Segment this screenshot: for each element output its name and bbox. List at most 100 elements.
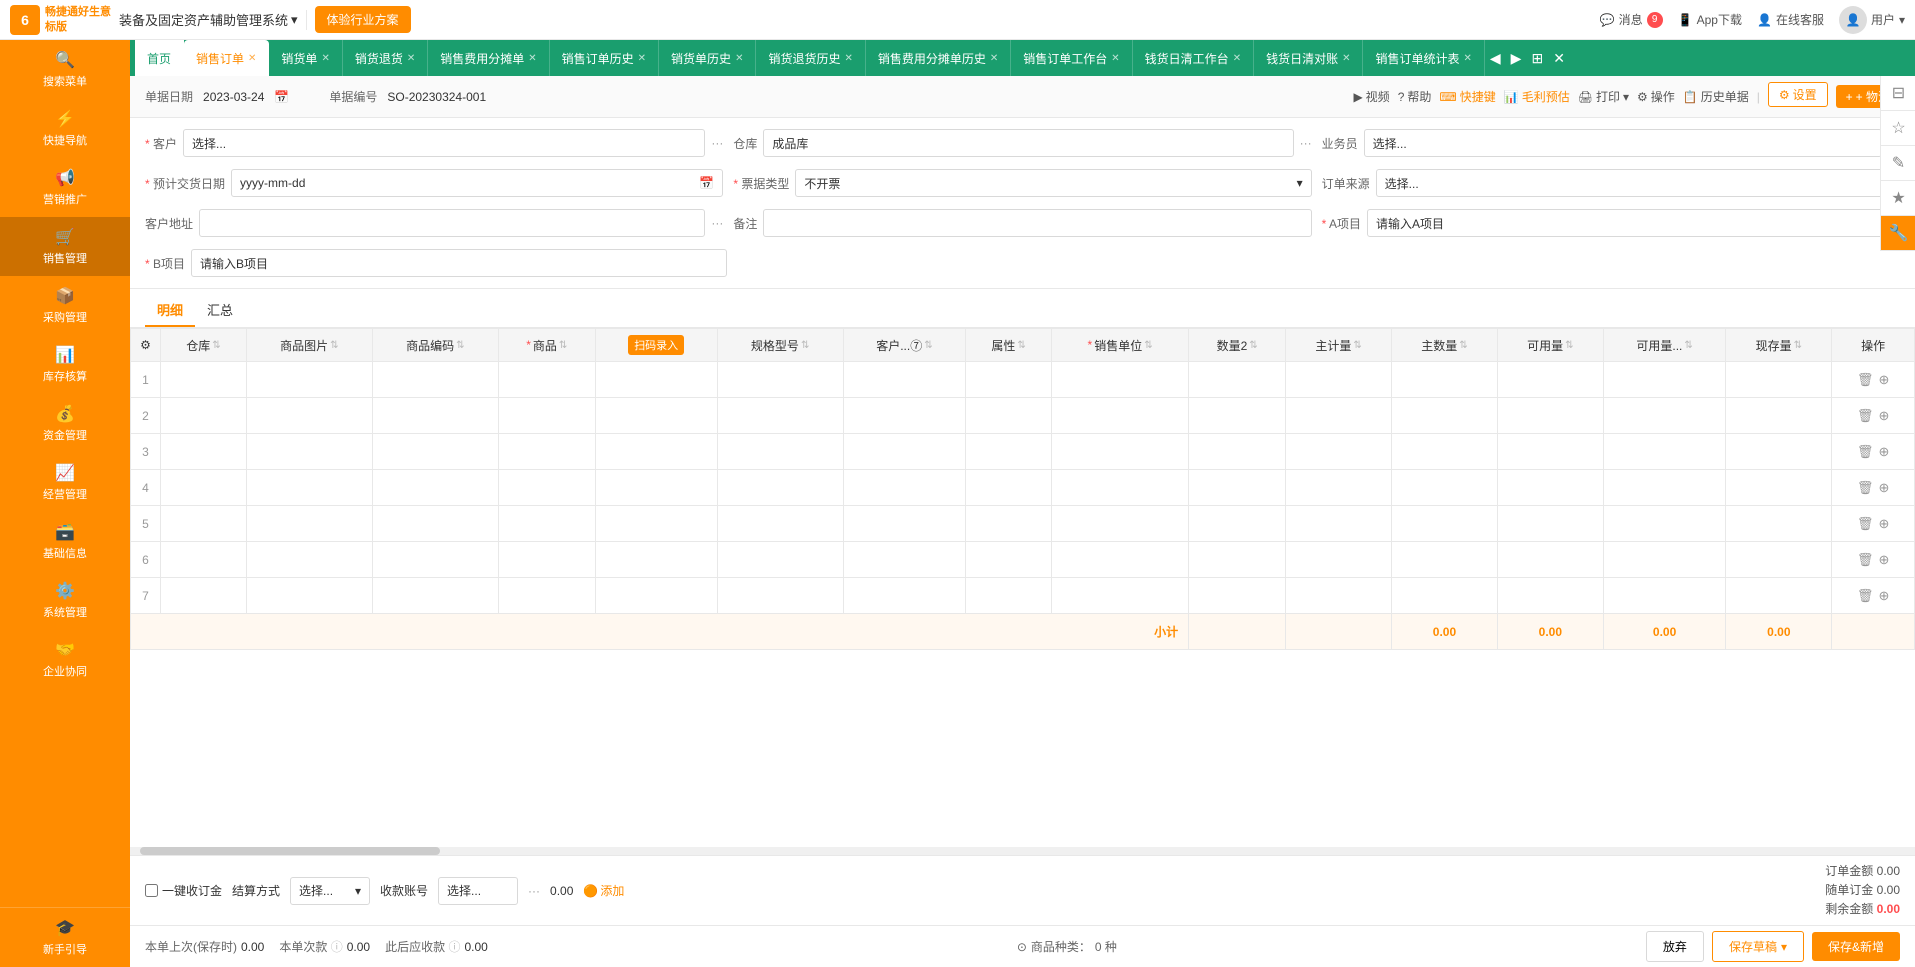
history-btn[interactable]: 📋 历史单据 [1683, 88, 1749, 105]
save-new-button[interactable]: 保存&新增 [1812, 932, 1900, 961]
tab-detail[interactable]: 明细 [145, 294, 195, 327]
address-input[interactable] [199, 209, 705, 237]
warehouse-input[interactable]: 成品库 [763, 129, 1293, 157]
salesperson-input[interactable]: 选择... [1364, 129, 1882, 157]
tab-close-icon[interactable]: ✕ [735, 53, 743, 64]
col-settings[interactable]: ⚙ [131, 329, 161, 362]
right-panel-item-4[interactable]: ★ [1881, 181, 1915, 216]
tab-close-icon[interactable]: ✕ [844, 53, 852, 64]
col-available[interactable]: 可用量⇅ [1497, 329, 1603, 362]
print-btn[interactable]: 🖨 打印 ▾ [1578, 88, 1629, 105]
sidebar-item-operation[interactable]: 📈 经营管理 [0, 453, 130, 512]
a-project-input[interactable]: 请输入A项目 [1367, 209, 1900, 237]
settings-button[interactable]: ⚙ 设置 [1768, 82, 1828, 107]
tab-order-workbench[interactable]: 销售订单工作台 ✕ [1011, 40, 1132, 76]
sidebar-item-system[interactable]: ⚙️ 系统管理 [0, 571, 130, 630]
col-main-unit[interactable]: 主计量⇅ [1286, 329, 1392, 362]
sidebar-item-quicknav[interactable]: ⚡ 快捷导航 [0, 99, 130, 158]
tab-order-history[interactable]: 销售订单历史 ✕ [550, 40, 659, 76]
copy-icon[interactable]: ⊕ [1878, 552, 1889, 568]
sidebar-item-baseinfo[interactable]: 🗃️ 基础信息 [0, 512, 130, 571]
sidebar-item-search[interactable]: 🔍 搜索菜单 [0, 40, 130, 99]
right-panel-item-2[interactable]: ☆ [1881, 111, 1915, 146]
sidebar-item-finance[interactable]: 💰 资金管理 [0, 394, 130, 453]
col-warehouse[interactable]: 仓库⇅ [161, 329, 247, 362]
tab-return[interactable]: 销货退货 ✕ [343, 40, 428, 76]
tab-close-all-button[interactable]: ✕ [1548, 50, 1570, 67]
warehouse-more[interactable]: ··· [1300, 136, 1312, 150]
payment-amount[interactable]: 0.00 [550, 884, 573, 898]
col-spec[interactable]: 规格型号⇅ [717, 329, 843, 362]
delete-icon[interactable]: 🗑 [1857, 408, 1874, 424]
customer-more[interactable]: ··· [711, 136, 723, 150]
delete-icon[interactable]: 🗑 [1857, 516, 1874, 532]
app-download-button[interactable]: 📱 App下载 [1678, 11, 1742, 28]
user-menu[interactable]: 👤 用户 ▾ [1839, 6, 1905, 34]
copy-icon[interactable]: ⊕ [1878, 372, 1889, 388]
delete-icon[interactable]: 🗑 [1857, 372, 1874, 388]
action-btn[interactable]: ⚙ 操作 [1637, 88, 1675, 105]
profit-btn[interactable]: 📊 毛利预估 [1504, 88, 1570, 105]
col-product[interactable]: *商品⇅ [498, 329, 595, 362]
help-btn[interactable]: ? 帮助 [1398, 88, 1432, 105]
col-customer-code[interactable]: 客户...⑦⇅ [843, 329, 966, 362]
tab-close-icon[interactable]: ✕ [990, 53, 998, 64]
discard-button[interactable]: 放弃 [1646, 931, 1704, 962]
calendar-icon[interactable]: 📅 [274, 90, 289, 104]
delete-icon[interactable]: 🗑 [1857, 444, 1874, 460]
sidebar-item-purchase[interactable]: 📦 采购管理 [0, 276, 130, 335]
right-panel-item-1[interactable]: ⊟ [1881, 76, 1915, 111]
copy-icon[interactable]: ⊕ [1878, 588, 1889, 604]
col-available2[interactable]: 可用量...⇅ [1603, 329, 1726, 362]
copy-icon[interactable]: ⊕ [1878, 408, 1889, 424]
tab-close-icon[interactable]: ✕ [1233, 53, 1241, 64]
account-more[interactable]: ··· [528, 884, 540, 898]
draft-dropdown-icon[interactable]: ▾ [1781, 940, 1787, 954]
col-unit[interactable]: *销售单位⇅ [1052, 329, 1189, 362]
tab-daily-reconcile[interactable]: 钱货日清对账 ✕ [1254, 40, 1363, 76]
col-code[interactable]: 商品编码⇅ [372, 329, 498, 362]
tab-prev-button[interactable]: ◀ [1485, 50, 1506, 67]
one-click-checkbox[interactable]: 一键收订金 [145, 882, 222, 899]
tab-close-icon[interactable]: ✕ [528, 53, 536, 64]
tab-daily-workbench[interactable]: 钱货日清工作台 ✕ [1133, 40, 1254, 76]
customer-input[interactable]: 选择... [183, 129, 705, 157]
payment-method-input[interactable]: 选择... ▾ [290, 877, 370, 905]
tab-close-icon[interactable]: ✕ [1464, 53, 1472, 64]
online-service-button[interactable]: 👤 在线客服 [1757, 11, 1824, 28]
copy-icon[interactable]: ⊕ [1878, 480, 1889, 496]
right-panel-item-5[interactable]: 🔧 [1881, 216, 1915, 251]
tab-home[interactable]: 首页 [135, 40, 184, 76]
sidebar-item-guide[interactable]: 🎓 新手引导 [0, 908, 130, 967]
order-source-input[interactable]: 选择... ▾ [1376, 169, 1900, 197]
sidebar-item-sales[interactable]: 🛒 销售管理 [0, 217, 130, 276]
col-image[interactable]: 商品图片⇅ [246, 329, 372, 362]
col-scan[interactable]: 扫码录入 [595, 329, 717, 362]
tab-close-icon[interactable]: ✕ [321, 53, 329, 64]
tab-expense-history[interactable]: 销售费用分摊单历史 ✕ [866, 40, 1011, 76]
tab-close-icon[interactable]: ✕ [638, 53, 646, 64]
col-attr[interactable]: 属性⇅ [966, 329, 1052, 362]
one-click-check[interactable] [145, 884, 158, 897]
tab-expand-button[interactable]: ⊞ [1526, 50, 1548, 67]
b-project-input[interactable]: 请输入B项目 [191, 249, 727, 277]
delivery-input[interactable]: yyyy-mm-dd 📅 [231, 169, 723, 197]
tab-slip-history[interactable]: 销货单历史 ✕ [659, 40, 756, 76]
tab-close-icon[interactable]: ✕ [248, 53, 256, 64]
sidebar-item-enterprise[interactable]: 🤝 企业协同 [0, 630, 130, 689]
account-input[interactable]: 选择... [438, 877, 518, 905]
message-button[interactable]: 💬 消息 9 [1600, 11, 1663, 28]
tab-close-icon[interactable]: ✕ [1342, 53, 1350, 64]
scan-button[interactable]: 扫码录入 [628, 335, 684, 355]
tab-expense-split[interactable]: 销售费用分摊单 ✕ [428, 40, 549, 76]
tab-order-report[interactable]: 销售订单统计表 ✕ [1363, 40, 1484, 76]
col-qty2[interactable]: 数量2⇅ [1189, 329, 1286, 362]
sidebar-item-marketing[interactable]: 📢 营销推广 [0, 158, 130, 217]
sidebar-item-inventory[interactable]: 📊 库存核算 [0, 335, 130, 394]
save-draft-button[interactable]: 保存草稿 ▾ [1712, 931, 1804, 962]
add-payment-button[interactable]: 🟠 添加 [583, 882, 624, 899]
copy-icon[interactable]: ⊕ [1878, 444, 1889, 460]
tab-summary[interactable]: 汇总 [195, 294, 245, 327]
video-btn[interactable]: ▶ 视频 [1353, 88, 1389, 105]
invoice-input[interactable]: 不开票 ▾ [795, 169, 1311, 197]
